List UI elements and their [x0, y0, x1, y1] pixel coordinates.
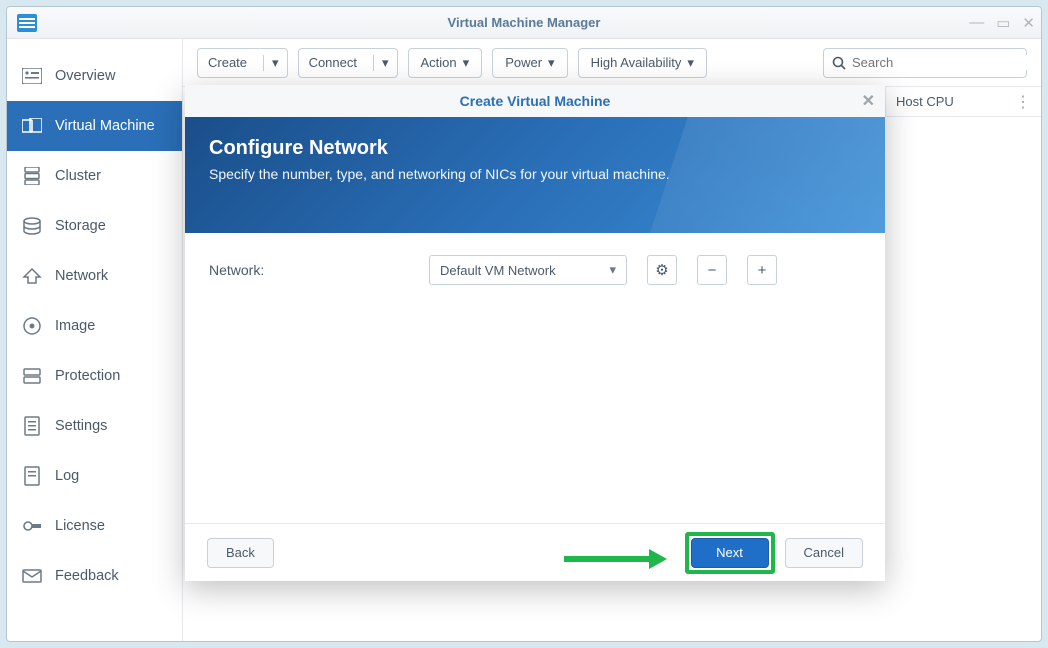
sidebar-label: Overview — [55, 68, 115, 84]
sidebar-label: Cluster — [55, 168, 101, 184]
chevron-down-icon: ▾ — [263, 55, 287, 71]
remove-button[interactable]: − — [697, 255, 727, 285]
sidebar-item-overview[interactable]: Overview — [7, 51, 182, 101]
toolbar: Create▾ Connect▾ Action▾ Power▾ High Ava… — [183, 39, 1041, 87]
modal-subheading: Specify the number, type, and networking… — [209, 166, 861, 182]
sidebar-label: Feedback — [55, 568, 119, 584]
chevron-down-icon: ▾ — [687, 55, 694, 71]
sidebar-label: Network — [55, 268, 108, 284]
create-vm-modal: Create Virtual Machine ✕ Configure Netwo… — [185, 85, 885, 581]
create-button[interactable]: Create▾ — [197, 48, 288, 78]
close-window-button[interactable]: ✕ — [1022, 14, 1035, 32]
high-availability-button[interactable]: High Availability▾ — [578, 48, 707, 78]
search-box[interactable] — [823, 48, 1027, 78]
sidebar-label: Settings — [55, 418, 107, 434]
modal-body: Network: Default VM Network ▾ ⚙ − + — [185, 233, 885, 523]
chevron-down-icon: ▾ — [609, 262, 616, 278]
chevron-down-icon: ▾ — [548, 55, 555, 71]
sidebar-label: Storage — [55, 218, 106, 234]
modal-heading: Configure Network — [209, 137, 861, 160]
sidebar-item-log[interactable]: Log — [7, 451, 182, 501]
cluster-icon — [21, 165, 43, 187]
gear-icon: ⚙ — [655, 261, 668, 279]
sidebar-item-protection[interactable]: Protection — [7, 351, 182, 401]
annotation-arrow-icon — [559, 547, 669, 571]
column-menu-icon[interactable]: ⋮ — [1015, 92, 1031, 112]
sidebar-label: Image — [55, 318, 95, 334]
network-row: Network: Default VM Network ▾ ⚙ − + — [209, 255, 861, 285]
column-header-host-cpu[interactable]: Host CPU ⋮ — [885, 87, 1041, 117]
minus-icon: − — [708, 262, 717, 279]
network-label: Network: — [209, 262, 409, 278]
app-icon — [17, 14, 37, 32]
sidebar-item-settings[interactable]: Settings — [7, 401, 182, 451]
license-icon — [21, 515, 43, 537]
modal-banner: Configure Network Specify the number, ty… — [185, 117, 885, 233]
next-highlight: Next — [685, 532, 775, 574]
feedback-icon — [21, 565, 43, 587]
sidebar-label: Log — [55, 468, 79, 484]
back-button[interactable]: Back — [207, 538, 274, 568]
sidebar-item-cluster[interactable]: Cluster — [7, 151, 182, 201]
plus-icon: + — [758, 262, 767, 279]
cancel-button[interactable]: Cancel — [785, 538, 863, 568]
add-button[interactable]: + — [747, 255, 777, 285]
minimize-button[interactable]: — — [969, 14, 984, 32]
action-button[interactable]: Action▾ — [408, 48, 483, 78]
connect-button[interactable]: Connect▾ — [298, 48, 398, 78]
network-value: Default VM Network — [440, 263, 556, 278]
sidebar-item-image[interactable]: Image — [7, 301, 182, 351]
vm-icon — [21, 115, 43, 137]
window-title: Virtual Machine Manager — [7, 15, 1041, 30]
sidebar-item-network[interactable]: Network — [7, 251, 182, 301]
sidebar-label: License — [55, 518, 105, 534]
network-icon — [21, 265, 43, 287]
sidebar-item-license[interactable]: License — [7, 501, 182, 551]
chevron-down-icon: ▾ — [463, 55, 470, 71]
modal-header: Create Virtual Machine ✕ — [185, 85, 885, 117]
app-window: Virtual Machine Manager — ▭ ✕ Overview V… — [6, 6, 1042, 642]
sidebar-label: Virtual Machine — [55, 118, 155, 134]
next-button[interactable]: Next — [691, 538, 769, 568]
chevron-down-icon: ▾ — [373, 55, 397, 71]
search-input[interactable] — [852, 55, 1028, 70]
maximize-button[interactable]: ▭ — [996, 14, 1010, 32]
protection-icon — [21, 365, 43, 387]
image-icon — [21, 315, 43, 337]
power-button[interactable]: Power▾ — [492, 48, 567, 78]
modal-title: Create Virtual Machine — [460, 93, 611, 109]
modal-footer: Back Next Cancel — [185, 523, 885, 581]
close-icon[interactable]: ✕ — [862, 91, 875, 111]
settings-icon — [21, 415, 43, 437]
titlebar: Virtual Machine Manager — ▭ ✕ — [7, 7, 1041, 39]
sidebar-item-storage[interactable]: Storage — [7, 201, 182, 251]
overview-icon — [21, 65, 43, 87]
sidebar-item-virtual-machine[interactable]: Virtual Machine — [7, 101, 182, 151]
settings-button[interactable]: ⚙ — [647, 255, 677, 285]
network-select[interactable]: Default VM Network ▾ — [429, 255, 627, 285]
sidebar-label: Protection — [55, 368, 120, 384]
storage-icon — [21, 215, 43, 237]
sidebar: Overview Virtual Machine Cluster Storage… — [7, 39, 183, 641]
search-icon — [832, 56, 846, 70]
log-icon — [21, 465, 43, 487]
sidebar-item-feedback[interactable]: Feedback — [7, 551, 182, 601]
